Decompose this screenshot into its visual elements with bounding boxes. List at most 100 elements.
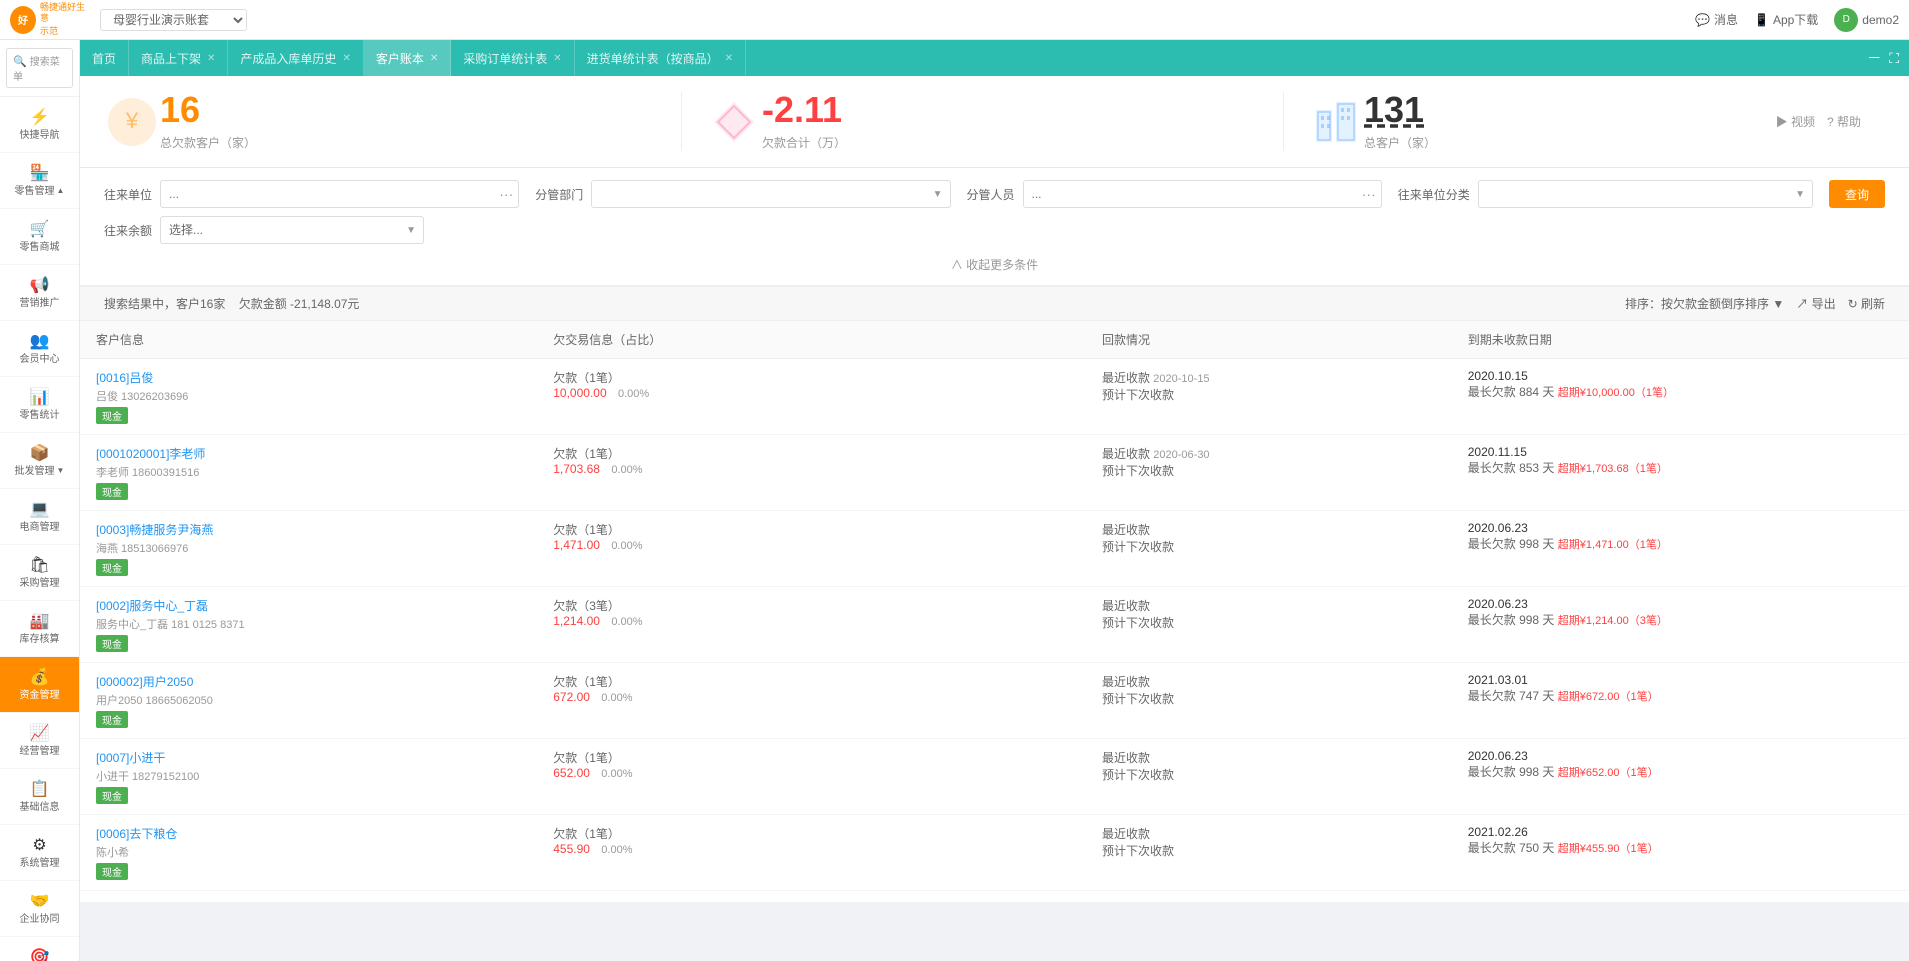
return-label-4: 最近收款 xyxy=(1102,673,1436,690)
debt-count-7: 欠款（1笔） xyxy=(553,901,1070,902)
sidebar-item-ecommerce[interactable]: 💻 电商管理 xyxy=(0,489,79,545)
source-unit-input-wrap: ··· xyxy=(160,180,519,208)
debt-amount-4: 672.00 0.00% xyxy=(553,690,1070,704)
cell-debt-2: 欠款（1笔） 1,471.00 0.00% xyxy=(537,511,1086,587)
sidebar-item-batch-mgmt[interactable]: 📦 批发管理▼ xyxy=(0,433,79,489)
overdue-info-5: 最长欠款 998 天 超期¥652.00（1笔） xyxy=(1468,763,1893,780)
mobile-icon: 📱 xyxy=(1754,13,1769,27)
tab-close-purchase-order[interactable]: ✕ xyxy=(553,53,561,64)
customer-name-0[interactable]: [0016]吕俊 xyxy=(96,371,153,385)
overdue-link-1[interactable]: 超期¥1,703.68（1笔） xyxy=(1558,463,1668,475)
source-unit-dots-icon[interactable]: ··· xyxy=(499,186,513,202)
status-badge-0: 现金 xyxy=(96,407,128,424)
tab-inbound-stats[interactable]: 进货单统计表（按商品） ✕ xyxy=(575,40,746,76)
debt-count-6: 欠款（1笔） xyxy=(553,825,1070,842)
cell-return-7: 最近收款 预计下次收款 xyxy=(1086,891,1452,903)
unit-category-select[interactable] xyxy=(1478,180,1813,208)
overdue-link-3[interactable]: 超期¥1,214.00（3笔） xyxy=(1558,615,1668,627)
sidebar-item-member[interactable]: 👥 会员中心 xyxy=(0,321,79,377)
due-date-7: 2020.12.30 xyxy=(1468,901,1893,902)
sidebar-item-retail-mgmt[interactable]: 🏪 零售管理▲ xyxy=(0,153,79,209)
overdue-info-4: 最长欠款 747 天 超期¥672.00（1笔） xyxy=(1468,687,1893,704)
cell-due-4: 2021.03.01 最长欠款 747 天 超期¥672.00（1笔） xyxy=(1452,663,1909,739)
tab-close-inbound-stats[interactable]: ✕ xyxy=(725,53,733,64)
sidebar-item-enterprise[interactable]: 🤝 企业协同 xyxy=(0,881,79,937)
dept-select[interactable] xyxy=(591,180,950,208)
overdue-link-6[interactable]: 超期¥455.90（1笔） xyxy=(1558,843,1659,855)
video-btn[interactable]: ▶ 视频 xyxy=(1776,113,1815,130)
customer-name-5[interactable]: [0007]小进干 xyxy=(96,751,165,765)
cell-customer-info-6: [0006]去下粮仓 陈小希 现金 xyxy=(80,815,537,891)
query-button[interactable]: 查询 xyxy=(1829,180,1885,208)
retail-store-icon: 🛒 xyxy=(30,219,50,239)
tab-expand-btn[interactable]: ⛶ xyxy=(1889,50,1899,67)
table-row: [0016]吕俊 吕俊 13026203696 现金 欠款（1笔） 10,000… xyxy=(80,359,1909,435)
tab-close-production[interactable]: ✕ xyxy=(342,53,350,64)
stat-card-total: 131 总客户（家） ▶ 视频 ? 帮助 xyxy=(1308,92,1885,151)
sidebar-item-finance[interactable]: 💰 资金管理 xyxy=(0,657,79,713)
cell-return-0: 最近收款 2020-10-15 预计下次收款 xyxy=(1086,359,1452,435)
customer-name-3[interactable]: [0002]服务中心_丁磊 xyxy=(96,599,208,613)
tab-customer-account[interactable]: 客户账本 ✕ xyxy=(364,40,451,76)
refresh-btn[interactable]: ↻ 刷新 xyxy=(1848,295,1885,312)
sidebar-item-purchase[interactable]: 🛍 采购管理 xyxy=(0,545,79,601)
result-actions: 排序：按欠款金额倒序排序 ▼ ↗ 导出 ↻ 刷新 xyxy=(1625,295,1885,312)
status-badge-1: 现金 xyxy=(96,483,128,500)
source-unit-input[interactable] xyxy=(160,180,519,208)
debt-amount-2: 1,471.00 0.00% xyxy=(553,538,1070,552)
table-row: [0006]去下粮仓 陈小希 现金 欠款（1笔） 455.90 0.00% 最近… xyxy=(80,815,1909,891)
sidebar: 🔍 搜索菜单 ⚡ 快捷导航 🏪 零售管理▲ 🛒 零售商城 📢 营销推广 👥 会员… xyxy=(0,40,80,961)
table-body: [0016]吕俊 吕俊 13026203696 现金 欠款（1笔） 10,000… xyxy=(80,359,1909,903)
tab-close-products[interactable]: ✕ xyxy=(207,53,215,64)
person-dots-icon[interactable]: ··· xyxy=(1362,186,1376,202)
customer-name-6[interactable]: [0006]去下粮仓 xyxy=(96,827,177,841)
sidebar-item-base-info[interactable]: 📋 基础信息 xyxy=(0,769,79,825)
tab-production[interactable]: 产成品入库单历史 ✕ xyxy=(228,40,363,76)
tab-purchase-order[interactable]: 采购订单统计表 ✕ xyxy=(451,40,574,76)
user-avatar-area[interactable]: D demo2 xyxy=(1834,8,1899,32)
help-btn[interactable]: ? 帮助 xyxy=(1827,113,1861,130)
sidebar-item-operations[interactable]: 📈 经营管理 xyxy=(0,713,79,769)
filter-person: 分管人员 ··· xyxy=(967,180,1382,208)
cell-debt-6: 欠款（1笔） 455.90 0.00% xyxy=(537,815,1086,891)
overdue-link-2[interactable]: 超期¥1,471.00（1笔） xyxy=(1558,539,1668,551)
person-input[interactable] xyxy=(1023,180,1382,208)
enterprise-icon: 🤝 xyxy=(30,891,50,911)
nav-selector[interactable]: 母婴行业演示账套 xyxy=(100,9,247,31)
logo-text: 畅捷通好生意 示范 xyxy=(40,2,90,37)
tab-home[interactable]: 首页 xyxy=(80,40,129,76)
sidebar-item-retail-store[interactable]: 🛒 零售商城 xyxy=(0,209,79,265)
main-content: ¥ 16 总欠款客户（家） -2.11 欠款合计（万） xyxy=(80,76,1909,961)
cell-customer-info-7: [000001]黄思源 黄思源 13552700226 现金 xyxy=(80,891,537,903)
avatar: D xyxy=(1834,8,1858,32)
tab-minus-btn[interactable]: － xyxy=(1867,48,1881,68)
balance-select[interactable]: 选择... xyxy=(160,216,424,244)
debt-amount-5: 652.00 0.00% xyxy=(553,766,1070,780)
sidebar-item-quick-nav[interactable]: ⚡ 快捷导航 xyxy=(0,97,79,153)
overdue-link-4[interactable]: 超期¥672.00（1笔） xyxy=(1558,691,1659,703)
sidebar-item-marketing[interactable]: 📢 营销推广 xyxy=(0,265,79,321)
due-date-5: 2020.06.23 xyxy=(1468,749,1893,763)
overdue-link-5[interactable]: 超期¥652.00（1笔） xyxy=(1558,767,1659,779)
tab-close-customer-account[interactable]: ✕ xyxy=(430,53,438,64)
customer-name-4[interactable]: [000002]用户2050 xyxy=(96,675,193,689)
customer-name-1[interactable]: [0001020001]李老师 xyxy=(96,447,205,461)
table-row: [0007]小进干 小进干 18279152100 现金 欠款（1笔） 652.… xyxy=(80,739,1909,815)
overdue-link-0[interactable]: 超期¥10,000.00（1笔） xyxy=(1558,387,1674,399)
customer-name-2[interactable]: [0003]畅捷服务尹海燕 xyxy=(96,523,213,537)
filter-collapse-btn[interactable]: ∧ 收起更多条件 xyxy=(104,252,1885,277)
sidebar-item-inventory[interactable]: 🏭 库存核算 xyxy=(0,601,79,657)
export-btn[interactable]: ↗ 导出 xyxy=(1796,295,1835,312)
filter-area: 往来单位 ··· 分管部门 ▼ 分管人员 xyxy=(80,168,1909,286)
debt-pct-5: 0.00% xyxy=(601,768,632,780)
sidebar-search-btn[interactable]: 🔍 搜索菜单 xyxy=(6,48,73,88)
cell-customer-info-0: [0016]吕俊 吕俊 13026203696 现金 xyxy=(80,359,537,435)
app-download-btn[interactable]: 📱 App下载 xyxy=(1754,11,1818,28)
sidebar-item-newbie[interactable]: 🎯 新手引导 xyxy=(0,937,79,961)
help-icon: ? xyxy=(1827,115,1834,129)
message-btn[interactable]: 💬 消息 xyxy=(1695,11,1738,28)
tab-products[interactable]: 商品上下架 ✕ xyxy=(129,40,228,76)
sidebar-item-retail-stats[interactable]: 📊 零售统计 xyxy=(0,377,79,433)
quick-nav-icon: ⚡ xyxy=(30,107,50,127)
sidebar-item-system[interactable]: ⚙ 系统管理 xyxy=(0,825,79,881)
